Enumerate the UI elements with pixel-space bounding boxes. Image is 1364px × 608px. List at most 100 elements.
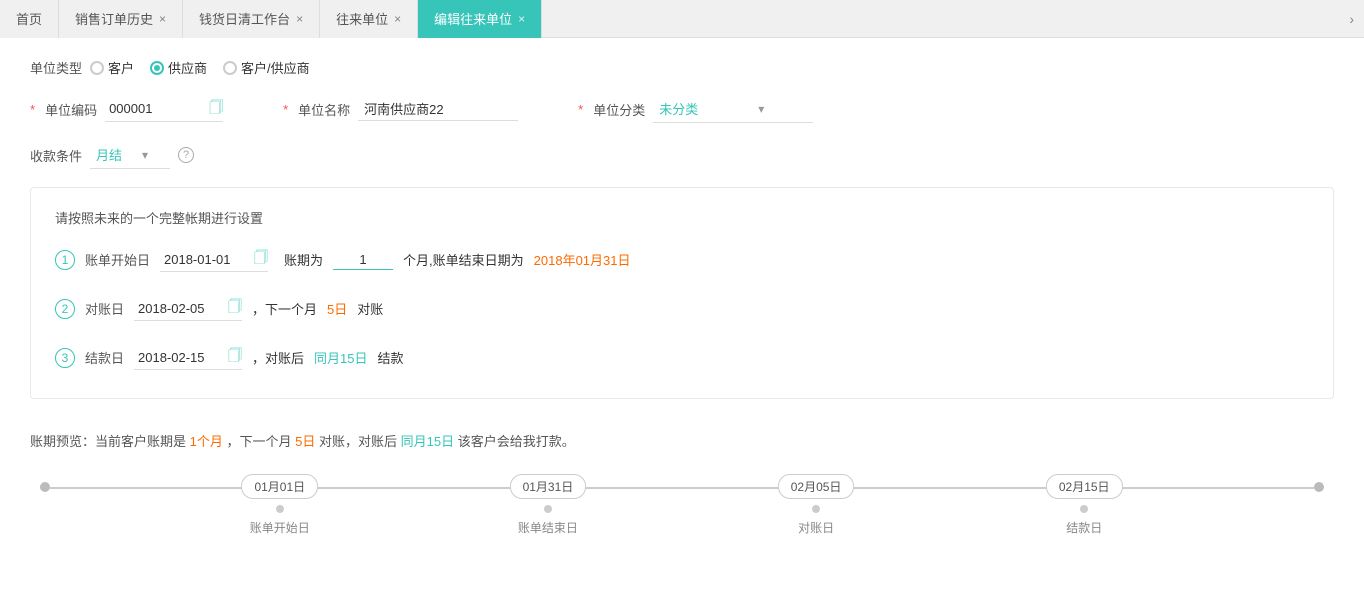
unit-name-star: * xyxy=(283,102,288,117)
payment-suffix-text: 结款 xyxy=(378,348,404,367)
start-date-calendar-icon[interactable]: 🗍 xyxy=(254,247,268,271)
timeline-dot-4 xyxy=(1080,505,1088,513)
tab-partners[interactable]: 往来单位 × xyxy=(320,0,418,38)
payment-date-row: 3 结款日 🗍 ，对账后 同月15日 结款 xyxy=(55,345,1309,370)
preview-p6: 该客户会给我打款。 xyxy=(458,434,575,449)
period-value-input[interactable] xyxy=(333,250,393,270)
payment-term-group: 收款条件 月结 ▾ ? xyxy=(30,141,194,169)
preview-label: 账期预览：当前客户账期是 xyxy=(30,434,186,449)
tab-home[interactable]: 首页 xyxy=(0,0,59,38)
start-date-input-wrapper: 🗍 xyxy=(160,247,268,272)
settings-card: 请按照未来的一个完整帐期进行设置 1 账单开始日 🗍 账期为 个月,账单结束日期… xyxy=(30,187,1334,399)
payment-date-label: 结款日 xyxy=(85,348,124,367)
payment-date-input-wrapper: 🗍 xyxy=(134,345,242,370)
tab-partners-label: 往来单位 xyxy=(336,9,388,28)
radio-customer-label: 客户 xyxy=(108,58,134,77)
unit-code-input-wrapper: 🗍 xyxy=(105,97,223,122)
timeline-badge-3: 02月05日 xyxy=(778,474,855,499)
unit-code-label: 单位编码 xyxy=(45,100,97,119)
unit-category-arrow-icon: ▾ xyxy=(758,102,764,116)
timeline-end xyxy=(1314,482,1324,492)
unit-category-group: * 单位分类 未分类 ▾ xyxy=(578,95,813,123)
payment-term-label: 收款条件 xyxy=(30,146,82,165)
unit-name-input[interactable] xyxy=(358,97,518,121)
tab-edit-partner[interactable]: 编辑往来单位 × xyxy=(418,0,542,38)
payment-date-calendar-icon[interactable]: 🗍 xyxy=(228,345,242,369)
timeline-node-2: 01月31日 账单结束日 xyxy=(510,474,587,536)
payment-suffix-prefix: ，对账后 xyxy=(252,348,304,367)
timeline-sub-4: 结款日 xyxy=(1066,519,1102,536)
payment-term-select[interactable]: 月结 ▾ xyxy=(90,141,170,169)
period-end-date: 2018年01月31日 xyxy=(534,250,631,269)
period-unit-text: 个月,账单结束日期为 xyxy=(403,250,524,269)
radio-supplier-label: 供应商 xyxy=(168,58,207,77)
tabs-scroll-right[interactable]: › xyxy=(1339,11,1364,27)
reconcile-date-row: 2 对账日 🗍 ，下一个月 5日 对账 xyxy=(55,296,1309,321)
unit-type-label: 单位类型 xyxy=(30,58,82,77)
unit-code-star: * xyxy=(30,102,35,117)
main-content: 单位类型 客户 供应商 客户/供应商 * 单位编码 xyxy=(0,38,1364,608)
tab-cash-workbench-label: 钱货日清工作台 xyxy=(199,9,290,28)
tab-edit-partner-close[interactable]: × xyxy=(518,13,525,25)
timeline-start xyxy=(40,482,50,492)
preview-section: 账期预览：当前客户账期是 1个月 ，下一个月 5日 对账，对账后 同月15日 该… xyxy=(30,415,1334,536)
radio-supplier[interactable]: 供应商 xyxy=(150,58,207,77)
reconcile-date-input[interactable] xyxy=(134,297,224,320)
payment-date-input[interactable] xyxy=(134,346,224,369)
preview-p4: 对账，对账后 xyxy=(319,434,397,449)
preview-p2: ，下一个月 xyxy=(227,434,292,449)
start-date-row: 1 账单开始日 🗍 账期为 个月,账单结束日期为 2018年01月31日 xyxy=(55,247,1309,272)
timeline-badge-4: 02月15日 xyxy=(1046,474,1123,499)
timeline-node-3: 02月05日 对账日 xyxy=(778,474,855,536)
reconcile-day-highlight: 5日 xyxy=(327,299,347,318)
timeline-end-dot xyxy=(1314,482,1324,492)
timeline-node-1: 01月01日 账单开始日 xyxy=(241,474,318,536)
timeline-badge-1: 01月01日 xyxy=(241,474,318,499)
timeline-sub-3: 对账日 xyxy=(798,519,834,536)
timeline-wrapper: 01月01日 账单开始日 01月31日 账单结束日 02月05日 对账日 xyxy=(40,474,1324,536)
radio-supplier-circle xyxy=(150,61,164,75)
tab-sales-history-close[interactable]: × xyxy=(159,13,166,25)
period-label: 账期为 xyxy=(284,250,323,269)
row-num-2: 2 xyxy=(55,299,75,319)
radio-both-circle xyxy=(223,61,237,75)
radio-both[interactable]: 客户/供应商 xyxy=(223,58,310,77)
preview-p3: 5日 xyxy=(295,434,315,449)
tab-home-label: 首页 xyxy=(16,9,42,28)
timeline-dot-2 xyxy=(544,505,552,513)
preview-text: 账期预览：当前客户账期是 1个月 ，下一个月 5日 对账，对账后 同月15日 该… xyxy=(30,431,1334,450)
start-date-input[interactable] xyxy=(160,248,250,271)
reconcile-date-label: 对账日 xyxy=(85,299,124,318)
tabs-bar: 首页 销售订单历史 × 钱货日清工作台 × 往来单位 × 编辑往来单位 × › xyxy=(0,0,1364,38)
basic-info-row: * 单位编码 🗍 * 单位名称 * 单位分类 未分类 ▾ xyxy=(30,95,1334,123)
unit-code-input[interactable] xyxy=(105,97,205,120)
unit-type-radio-group: 客户 供应商 客户/供应商 xyxy=(90,58,310,77)
timeline-dot-1 xyxy=(276,505,284,513)
tab-cash-workbench[interactable]: 钱货日清工作台 × xyxy=(183,0,320,38)
radio-customer[interactable]: 客户 xyxy=(90,58,134,77)
reconcile-date-calendar-icon[interactable]: 🗍 xyxy=(228,296,242,320)
preview-p1: 1个月 xyxy=(190,434,223,449)
timeline-start-dot xyxy=(40,482,50,492)
start-date-label: 账单开始日 xyxy=(85,250,150,269)
unit-category-label: 单位分类 xyxy=(593,100,645,119)
payment-term-help-icon[interactable]: ? xyxy=(178,147,194,163)
radio-both-label: 客户/供应商 xyxy=(241,58,310,77)
payment-term-row: 收款条件 月结 ▾ ? xyxy=(30,141,1334,169)
payment-term-value: 月结 xyxy=(96,145,122,164)
timeline-badge-2: 01月31日 xyxy=(510,474,587,499)
unit-name-label: 单位名称 xyxy=(298,100,350,119)
reconcile-suffix-text: 对账 xyxy=(357,299,383,318)
unit-category-star: * xyxy=(578,102,583,117)
unit-category-select[interactable]: 未分类 ▾ xyxy=(653,95,813,123)
unit-code-icon[interactable]: 🗍 xyxy=(209,97,223,121)
reconcile-date-input-wrapper: 🗍 xyxy=(134,296,242,321)
tab-cash-workbench-close[interactable]: × xyxy=(296,13,303,25)
row-num-3: 3 xyxy=(55,348,75,368)
tab-sales-history[interactable]: 销售订单历史 × xyxy=(59,0,183,38)
tab-sales-history-label: 销售订单历史 xyxy=(75,9,153,28)
timeline-sub-1: 账单开始日 xyxy=(250,519,310,536)
tab-partners-close[interactable]: × xyxy=(394,13,401,25)
payment-term-arrow-icon: ▾ xyxy=(142,148,148,162)
timeline: 01月01日 账单开始日 01月31日 账单结束日 02月05日 对账日 xyxy=(40,474,1324,536)
